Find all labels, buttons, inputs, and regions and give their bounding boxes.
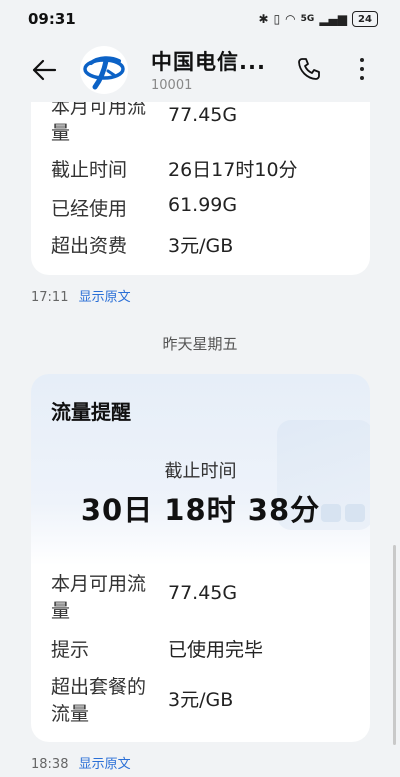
day-separator: 昨天星期五 — [162, 335, 238, 353]
status-bar: 09:31 ✱ ▯ ◠ 5G ▂▄▆ 24 — [0, 0, 400, 40]
status-icons: ✱ ▯ ◠ 5G ▂▄▆ 24 — [258, 11, 378, 27]
more-dot-icon — [360, 76, 364, 80]
row-value: 已使用完毕 — [168, 639, 264, 661]
show-original-link[interactable]: 显示原文 — [79, 290, 131, 305]
message-time: 18:38 — [31, 757, 69, 772]
more-options-button[interactable] — [350, 52, 374, 86]
row-label: 流量 — [51, 703, 90, 725]
row-value: 3元/GB — [168, 235, 234, 257]
status-time: 09:31 — [28, 10, 76, 28]
row-label: 超出资费 — [51, 235, 128, 257]
wifi-icon: ◠ — [285, 12, 296, 26]
contact-number: 10001 — [151, 78, 193, 93]
row-value: 77.45G — [168, 582, 238, 604]
deadline-value: 30日 18时 38分 — [80, 493, 321, 527]
contact-name: 中国电信... — [151, 50, 266, 74]
row-value: 26日17时10分 — [168, 159, 298, 181]
show-original-link[interactable]: 显示原文 — [79, 757, 131, 772]
message-meta-1: 17:11 显示原文 — [31, 286, 131, 305]
more-dot-icon — [360, 58, 364, 62]
row-label: 量 — [51, 122, 71, 144]
row-label: 本月可用流 — [51, 573, 147, 595]
row-label: 截止时间 — [51, 159, 128, 181]
card-title: 流量提醒 — [51, 400, 131, 424]
row-label: 量 — [51, 600, 71, 622]
message-meta-2: 18:38 显示原文 — [31, 753, 131, 772]
scrollbar[interactable] — [393, 545, 396, 745]
message-bubble-1[interactable]: 本月可用流 77.45G 量 截止时间 26日17时10分 已经使用 61.99… — [31, 90, 370, 275]
avatar[interactable] — [80, 46, 128, 94]
vibrate-icon: ▯ — [273, 12, 281, 26]
signal-icon: ▂▄▆ — [319, 12, 347, 26]
conversation-header: 中国电信... 10001 — [0, 40, 400, 102]
back-button[interactable] — [26, 52, 62, 88]
message-bubble-2[interactable]: 流量提醒 截止时间 30日 18时 38分 本月可用流 量 77.45G 提示 … — [31, 374, 370, 742]
deadline-label: 截止时间 — [164, 461, 237, 482]
phone-icon — [298, 58, 320, 80]
row-label: 超出套餐的 — [51, 676, 147, 698]
network-label: 5G — [300, 14, 315, 24]
bluetooth-icon: ✱ — [258, 12, 269, 26]
call-button[interactable] — [294, 54, 324, 84]
battery-icon: 24 — [352, 11, 378, 27]
row-value: 3元/GB — [168, 689, 234, 711]
row-value: 61.99G — [168, 194, 238, 216]
row-label: 已经使用 — [51, 198, 128, 220]
row-value: 77.45G — [168, 104, 238, 126]
more-dot-icon — [360, 67, 364, 71]
message-time: 17:11 — [31, 290, 69, 305]
row-label: 提示 — [51, 639, 90, 661]
china-telecom-logo-icon — [83, 56, 125, 90]
arrow-left-icon — [32, 59, 57, 81]
